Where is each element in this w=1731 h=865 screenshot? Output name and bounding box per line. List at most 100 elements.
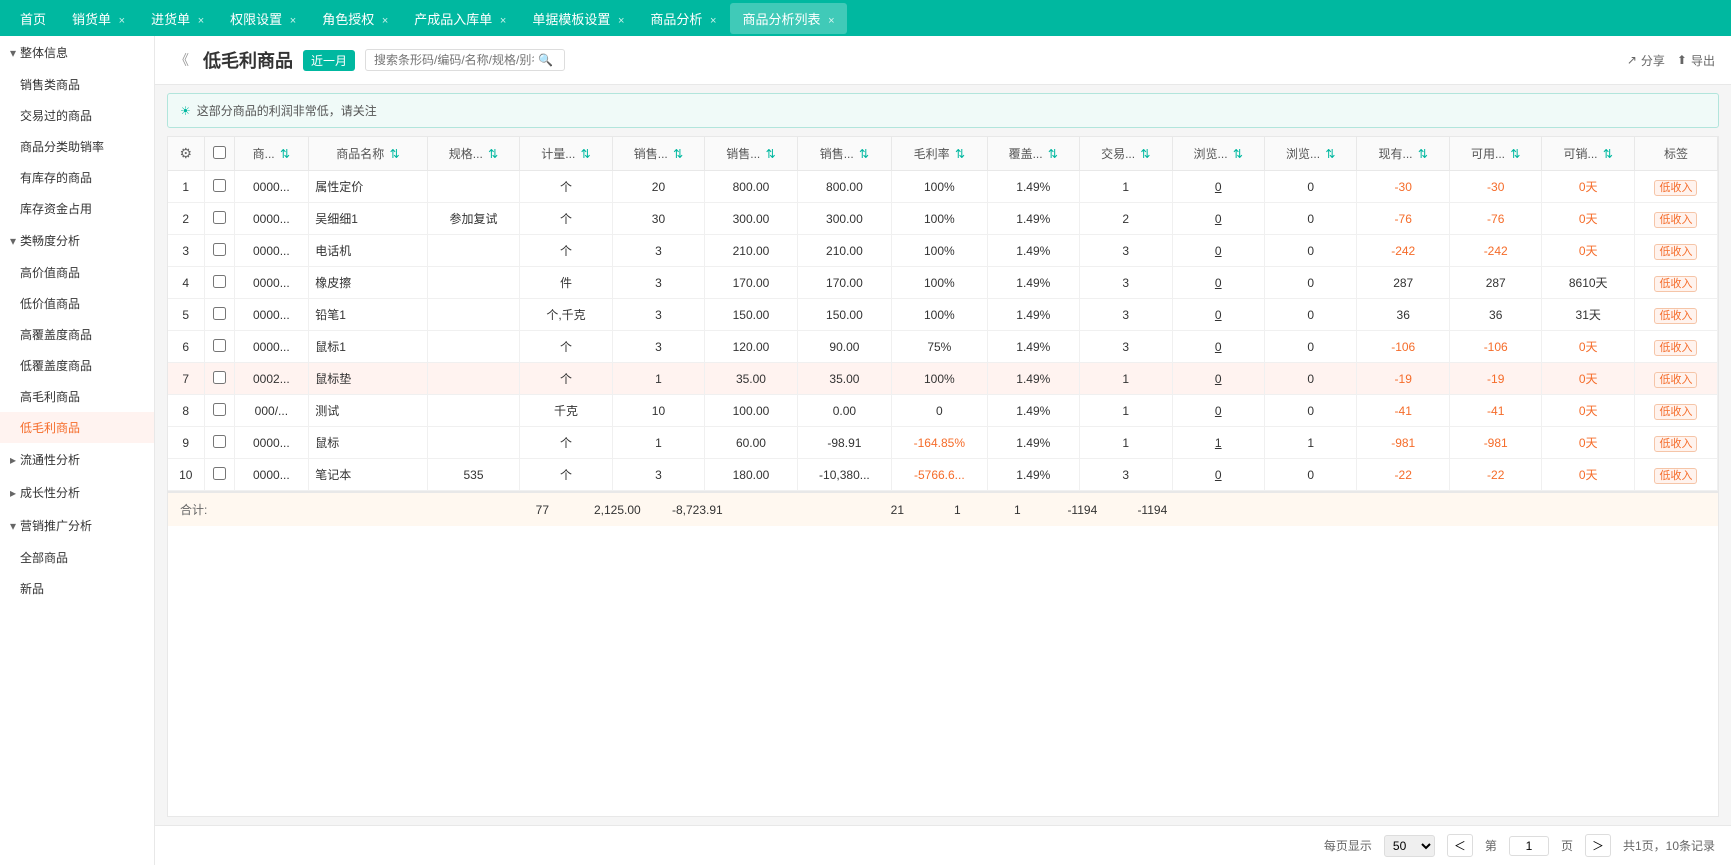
group-流通[interactable]: ▸ 流通性分析 xyxy=(0,443,154,476)
cell-checkbox[interactable] xyxy=(204,363,234,395)
cell-view1[interactable]: 0 xyxy=(1172,171,1264,203)
nav-goods-analysis[interactable]: 商品分析 × xyxy=(638,3,728,34)
cell-view1[interactable]: 0 xyxy=(1172,203,1264,235)
cell-view1[interactable]: 0 xyxy=(1172,459,1264,491)
col-sale-amount[interactable]: 销售... ⇅ xyxy=(797,137,891,171)
row-checkbox[interactable] xyxy=(213,339,226,352)
cell-checkbox[interactable] xyxy=(204,331,234,363)
page-num-input[interactable] xyxy=(1509,836,1549,856)
cell-checkbox[interactable] xyxy=(204,267,234,299)
cell-checkbox[interactable] xyxy=(204,171,234,203)
col-checkbox[interactable] xyxy=(204,137,234,171)
col-code[interactable]: 商... ⇅ xyxy=(234,137,309,171)
cell-checkbox[interactable] xyxy=(204,395,234,427)
row-checkbox[interactable] xyxy=(213,243,226,256)
sidebar-item-low-value[interactable]: 低价值商品 xyxy=(0,288,154,319)
col-unit[interactable]: 计量... ⇅ xyxy=(520,137,612,171)
nav-role-close[interactable]: × xyxy=(382,15,388,27)
view1-link[interactable]: 0 xyxy=(1215,468,1222,482)
nav-sales[interactable]: 销货单 × xyxy=(60,3,137,34)
group-畅度[interactable]: ▾ 类畅度分析 xyxy=(0,224,154,257)
col-coverage[interactable]: 覆盖... ⇅ xyxy=(987,137,1079,171)
cell-checkbox[interactable] xyxy=(204,235,234,267)
row-checkbox[interactable] xyxy=(213,179,226,192)
cell-checkbox[interactable] xyxy=(204,299,234,331)
date-tag[interactable]: 近一月 xyxy=(303,50,355,71)
view1-link[interactable]: 0 xyxy=(1215,340,1222,354)
view1-link[interactable]: 0 xyxy=(1215,308,1222,322)
gear-icon[interactable]: ⚙ xyxy=(179,145,192,161)
sidebar-item-stock-fund[interactable]: 库存资金占用 xyxy=(0,193,154,224)
view1-link[interactable]: 0 xyxy=(1215,404,1222,418)
col-view2[interactable]: 浏览... ⇅ xyxy=(1265,137,1357,171)
col-name[interactable]: 商品名称 ⇅ xyxy=(309,137,428,171)
nav-product[interactable]: 产成品入库单 × xyxy=(402,3,518,34)
col-gear[interactable]: ⚙ xyxy=(168,137,204,171)
col-available[interactable]: 可用... ⇅ xyxy=(1449,137,1541,171)
col-sale-price[interactable]: 销售... ⇅ xyxy=(705,137,797,171)
group-营销[interactable]: ▾ 营销推广分析 xyxy=(0,509,154,542)
cell-checkbox[interactable] xyxy=(204,427,234,459)
share-btn[interactable]: ↗ 分享 xyxy=(1627,52,1665,69)
col-sale-qty[interactable]: 销售... ⇅ xyxy=(612,137,704,171)
row-checkbox[interactable] xyxy=(213,371,226,384)
search-input[interactable] xyxy=(374,53,534,67)
view1-link[interactable]: 0 xyxy=(1215,212,1222,226)
select-all-checkbox[interactable] xyxy=(213,146,226,159)
nav-purchase[interactable]: 进货单 × xyxy=(139,3,216,34)
nav-home[interactable]: 首页 xyxy=(8,3,58,34)
cell-checkbox[interactable] xyxy=(204,459,234,491)
cell-view1[interactable]: 0 xyxy=(1172,299,1264,331)
cell-view1[interactable]: 0 xyxy=(1172,331,1264,363)
row-checkbox[interactable] xyxy=(213,307,226,320)
view1-link[interactable]: 0 xyxy=(1215,276,1222,290)
nav-goods-list-close[interactable]: × xyxy=(828,15,834,27)
row-checkbox[interactable] xyxy=(213,275,226,288)
cell-view1[interactable]: 0 xyxy=(1172,395,1264,427)
per-page-select[interactable]: 50 100 xyxy=(1384,835,1435,857)
nav-permission[interactable]: 权限设置 × xyxy=(218,3,308,34)
cell-view1[interactable]: 0 xyxy=(1172,363,1264,395)
nav-goods-list[interactable]: 商品分析列表 × xyxy=(730,3,846,34)
export-btn[interactable]: ⬆ 导出 xyxy=(1677,52,1715,69)
sidebar-item-low-coverage[interactable]: 低覆盖度商品 xyxy=(0,350,154,381)
sidebar-item-high-value[interactable]: 高价值商品 xyxy=(0,257,154,288)
prev-page-btn[interactable]: ＜ xyxy=(1447,834,1473,857)
nav-role[interactable]: 角色授权 × xyxy=(310,3,400,34)
nav-product-close[interactable]: × xyxy=(500,15,506,27)
next-page-btn[interactable]: ＞ xyxy=(1585,834,1611,857)
row-checkbox[interactable] xyxy=(213,403,226,416)
row-checkbox[interactable] xyxy=(213,467,226,480)
cell-view1[interactable]: 1 xyxy=(1172,427,1264,459)
cell-view1[interactable]: 0 xyxy=(1172,267,1264,299)
view1-link[interactable]: 1 xyxy=(1215,436,1222,450)
nav-goods-analysis-close[interactable]: × xyxy=(710,15,716,27)
col-saleable[interactable]: 可销... ⇅ xyxy=(1542,137,1634,171)
row-checkbox[interactable] xyxy=(213,435,226,448)
sidebar-item-high-coverage[interactable]: 高覆盖度商品 xyxy=(0,319,154,350)
cell-view1[interactable]: 0 xyxy=(1172,235,1264,267)
sidebar-item-category-rate[interactable]: 商品分类助销率 xyxy=(0,131,154,162)
sidebar-collapse-btn[interactable]: 《 xyxy=(171,46,193,74)
search-icon[interactable]: 🔍 xyxy=(538,53,553,67)
sidebar-item-in-stock[interactable]: 有库存的商品 xyxy=(0,162,154,193)
row-checkbox[interactable] xyxy=(213,211,226,224)
col-trade[interactable]: 交易... ⇅ xyxy=(1080,137,1172,171)
col-gross-margin[interactable]: 毛利率 ⇅ xyxy=(892,137,987,171)
view1-link[interactable]: 0 xyxy=(1215,372,1222,386)
view1-link[interactable]: 0 xyxy=(1215,244,1222,258)
nav-template-close[interactable]: × xyxy=(618,15,624,27)
nav-permission-close[interactable]: × xyxy=(290,15,296,27)
group-overall[interactable]: ▾ 整体信息 xyxy=(0,36,154,69)
sidebar-item-sales-goods[interactable]: 销售类商品 xyxy=(0,69,154,100)
col-current[interactable]: 现有... ⇅ xyxy=(1357,137,1449,171)
col-spec[interactable]: 规格... ⇅ xyxy=(427,137,519,171)
sidebar-item-low-margin[interactable]: 低毛利商品 xyxy=(0,412,154,443)
sidebar-item-new-goods[interactable]: 新品 xyxy=(0,573,154,604)
nav-template[interactable]: 单据模板设置 × xyxy=(520,3,636,34)
cell-checkbox[interactable] xyxy=(204,203,234,235)
sidebar-item-high-margin[interactable]: 高毛利商品 xyxy=(0,381,154,412)
nav-purchase-close[interactable]: × xyxy=(198,15,204,27)
sidebar-item-all-goods[interactable]: 全部商品 xyxy=(0,542,154,573)
group-成长[interactable]: ▸ 成长性分析 xyxy=(0,476,154,509)
